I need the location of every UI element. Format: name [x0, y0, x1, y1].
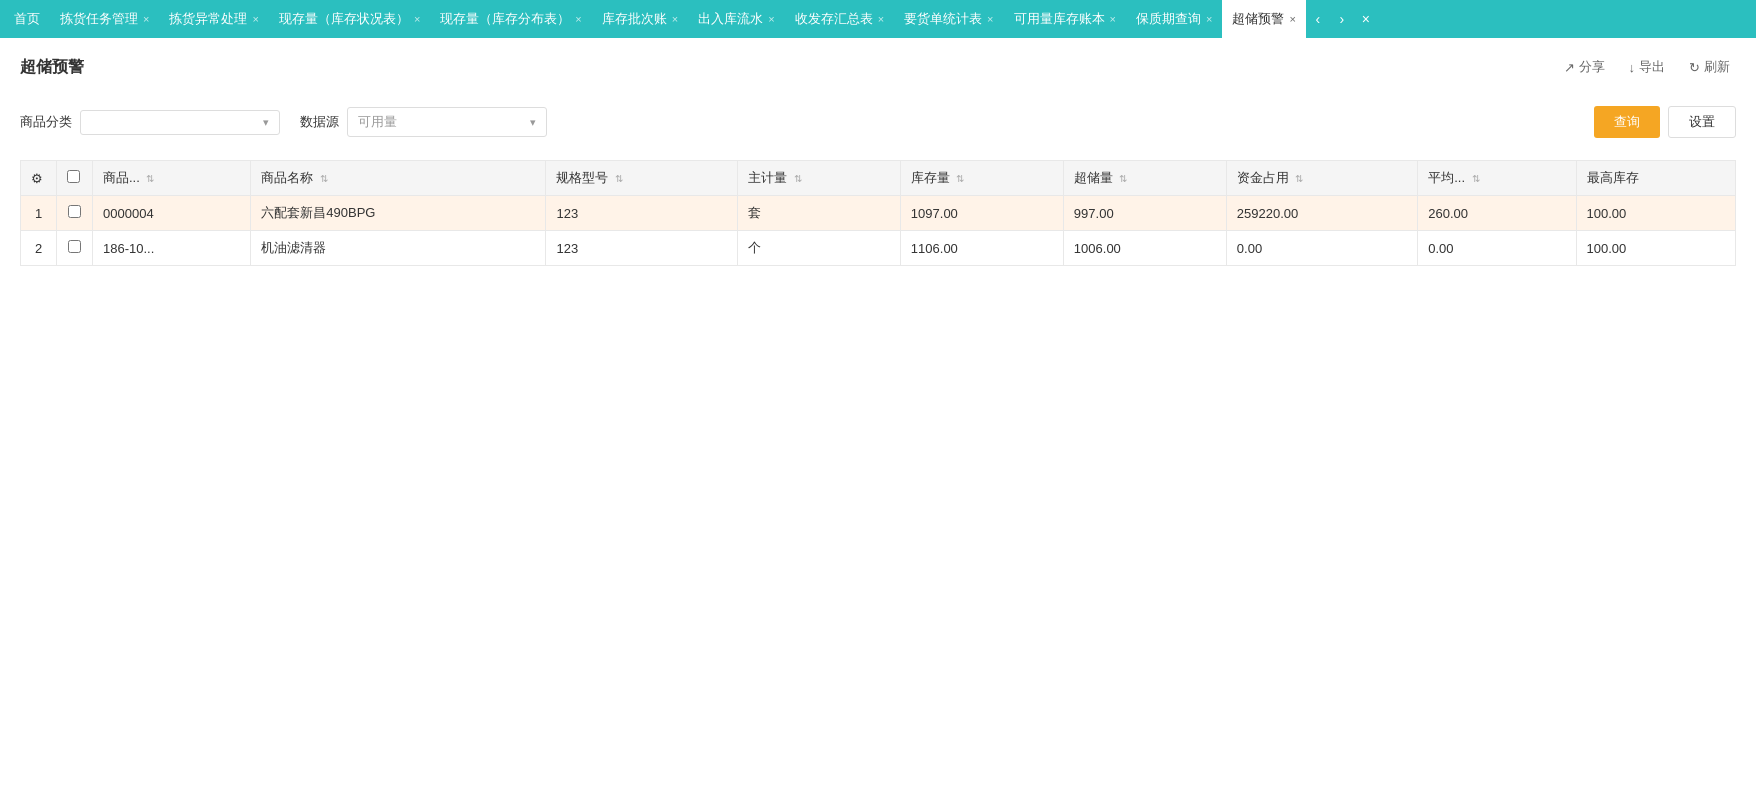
- th-capital[interactable]: 资金占用 ⇅: [1226, 161, 1417, 196]
- close-task-mgmt[interactable]: ×: [143, 13, 149, 25]
- row-2-stock: 1106.00: [900, 231, 1063, 266]
- th-max-stock[interactable]: 最高库存: [1576, 161, 1736, 196]
- close-inventory-status[interactable]: ×: [414, 13, 420, 25]
- table-row: 2 186-10... 机油滤清器 123 个 1106.00 1006.00 …: [21, 231, 1736, 266]
- close-available-acct[interactable]: ×: [1110, 13, 1116, 25]
- row-2-max-stock: 100.00: [1576, 231, 1736, 266]
- row-2-product-name: 机油滤清器: [251, 231, 546, 266]
- query-button[interactable]: 查询: [1594, 106, 1660, 138]
- sort-unit-icon: ⇅: [794, 173, 802, 184]
- sort-capital-icon: ⇅: [1295, 173, 1303, 184]
- th-avg[interactable]: 平均... ⇅: [1418, 161, 1576, 196]
- close-batch[interactable]: ×: [672, 13, 678, 25]
- header-actions: ↗ 分享 ↓ 导出 ↻ 刷新: [1558, 54, 1737, 80]
- page-header: 超储预警 ↗ 分享 ↓ 导出 ↻ 刷新: [20, 54, 1736, 80]
- sort-product-code-icon: ⇅: [146, 173, 154, 184]
- close-recv-send[interactable]: ×: [878, 13, 884, 25]
- nav-recv-send[interactable]: 收发存汇总表 ×: [785, 0, 894, 38]
- row-2-num: 2: [21, 231, 57, 266]
- refresh-icon: ↻: [1689, 60, 1700, 75]
- row-1-avg: 260.00: [1418, 196, 1576, 231]
- share-icon: ↗: [1564, 60, 1575, 75]
- nav-order-stats[interactable]: 要货单统计表 ×: [894, 0, 1003, 38]
- row-2-capital: 0.00: [1226, 231, 1417, 266]
- sort-product-name-icon: ⇅: [320, 173, 328, 184]
- row-2-avg: 0.00: [1418, 231, 1576, 266]
- datasource-chevron-icon: ▾: [530, 116, 536, 129]
- datasource-filter: 数据源 可用量 ▾: [300, 107, 547, 137]
- share-button[interactable]: ↗ 分享: [1558, 54, 1611, 80]
- nav-batch[interactable]: 库存批次账 ×: [592, 0, 688, 38]
- close-inout-flow[interactable]: ×: [768, 13, 774, 25]
- th-stock[interactable]: 库存量 ⇅: [900, 161, 1063, 196]
- nav-inout-flow[interactable]: 出入库流水 ×: [688, 0, 784, 38]
- page-title: 超储预警: [20, 57, 84, 78]
- close-abnormal[interactable]: ×: [252, 13, 258, 25]
- data-table: ⚙ 商品... ⇅ 商品名称 ⇅ 规格型号 ⇅ 主计量: [20, 160, 1736, 266]
- row-1-stock: 1097.00: [900, 196, 1063, 231]
- select-all-checkbox[interactable]: [67, 170, 80, 183]
- gear-settings-icon: ⚙: [31, 171, 43, 186]
- row-1-spec: 123: [546, 196, 737, 231]
- nav-next-arrow[interactable]: ›: [1330, 0, 1354, 38]
- close-quality-check[interactable]: ×: [1206, 13, 1212, 25]
- sort-spec-icon: ⇅: [615, 173, 623, 184]
- row-2-unit: 个: [737, 231, 900, 266]
- export-icon: ↓: [1629, 60, 1636, 75]
- chevron-down-icon: ▾: [263, 116, 269, 129]
- table-row: 1 0000004 六配套新昌490BPG 123 套 1097.00 997.…: [21, 196, 1736, 231]
- datasource-select-value: 可用量: [358, 113, 397, 131]
- nav-available-acct[interactable]: 可用量库存账本 ×: [1004, 0, 1126, 38]
- row-1-num: 1: [21, 196, 57, 231]
- category-select[interactable]: ▾: [80, 110, 280, 135]
- sort-avg-icon: ⇅: [1472, 173, 1480, 184]
- category-label: 商品分类: [20, 113, 72, 131]
- row-2-checkbox-cell[interactable]: [57, 231, 93, 266]
- row-2-spec: 123: [546, 231, 737, 266]
- th-checkbox[interactable]: [57, 161, 93, 196]
- datasource-select[interactable]: 可用量 ▾: [347, 107, 547, 137]
- row-1-overstock: 997.00: [1063, 196, 1226, 231]
- close-order-stats[interactable]: ×: [987, 13, 993, 25]
- nav-overstock-alert[interactable]: 超储预警 ×: [1222, 0, 1305, 38]
- th-spec[interactable]: 规格型号 ⇅: [546, 161, 737, 196]
- filter-actions: 查询 设置: [1594, 106, 1736, 138]
- th-product-name[interactable]: 商品名称 ⇅: [251, 161, 546, 196]
- nav-inventory-status[interactable]: 现存量（库存状况表） ×: [269, 0, 430, 38]
- datasource-label: 数据源: [300, 113, 339, 131]
- row-1-max-stock: 100.00: [1576, 196, 1736, 231]
- sort-overstock-icon: ⇅: [1119, 173, 1127, 184]
- row-1-capital: 259220.00: [1226, 196, 1417, 231]
- refresh-button[interactable]: ↻ 刷新: [1683, 54, 1736, 80]
- row-1-unit: 套: [737, 196, 900, 231]
- close-overstock-alert[interactable]: ×: [1289, 13, 1295, 25]
- filter-row: 商品分类 ▾ 数据源 可用量 ▾ 查询 设置: [20, 96, 1736, 148]
- settings-button[interactable]: 设置: [1668, 106, 1736, 138]
- row-1-checkbox-cell[interactable]: [57, 196, 93, 231]
- table-header-row: ⚙ 商品... ⇅ 商品名称 ⇅ 规格型号 ⇅ 主计量: [21, 161, 1736, 196]
- top-nav: 首页 拣货任务管理 × 拣货异常处理 × 现存量（库存状况表） × 现存量（库存…: [0, 0, 1756, 38]
- nav-quality-check[interactable]: 保质期查询 ×: [1126, 0, 1222, 38]
- th-product-code[interactable]: 商品... ⇅: [93, 161, 251, 196]
- page-container: 超储预警 ↗ 分享 ↓ 导出 ↻ 刷新 商品分类 ▾ 数据源: [0, 38, 1756, 800]
- close-inventory-dist[interactable]: ×: [575, 13, 581, 25]
- row-1-product-code: 0000004: [93, 196, 251, 231]
- nav-inventory-dist[interactable]: 现存量（库存分布表） ×: [430, 0, 591, 38]
- row-1-product-name: 六配套新昌490BPG: [251, 196, 546, 231]
- nav-task-mgmt[interactable]: 拣货任务管理 ×: [50, 0, 159, 38]
- nav-abnormal[interactable]: 拣货异常处理 ×: [159, 0, 268, 38]
- sort-stock-icon: ⇅: [956, 173, 964, 184]
- th-overstock[interactable]: 超储量 ⇅: [1063, 161, 1226, 196]
- nav-more-arrow[interactable]: ×: [1354, 0, 1378, 38]
- export-button[interactable]: ↓ 导出: [1623, 54, 1672, 80]
- row-1-checkbox[interactable]: [68, 205, 81, 218]
- nav-prev-arrow[interactable]: ‹: [1306, 0, 1330, 38]
- th-gear[interactable]: ⚙: [21, 161, 57, 196]
- row-2-overstock: 1006.00: [1063, 231, 1226, 266]
- row-2-product-code: 186-10...: [93, 231, 251, 266]
- nav-home[interactable]: 首页: [4, 0, 50, 38]
- row-2-checkbox[interactable]: [68, 240, 81, 253]
- category-filter: 商品分类 ▾: [20, 110, 280, 135]
- th-unit[interactable]: 主计量 ⇅: [737, 161, 900, 196]
